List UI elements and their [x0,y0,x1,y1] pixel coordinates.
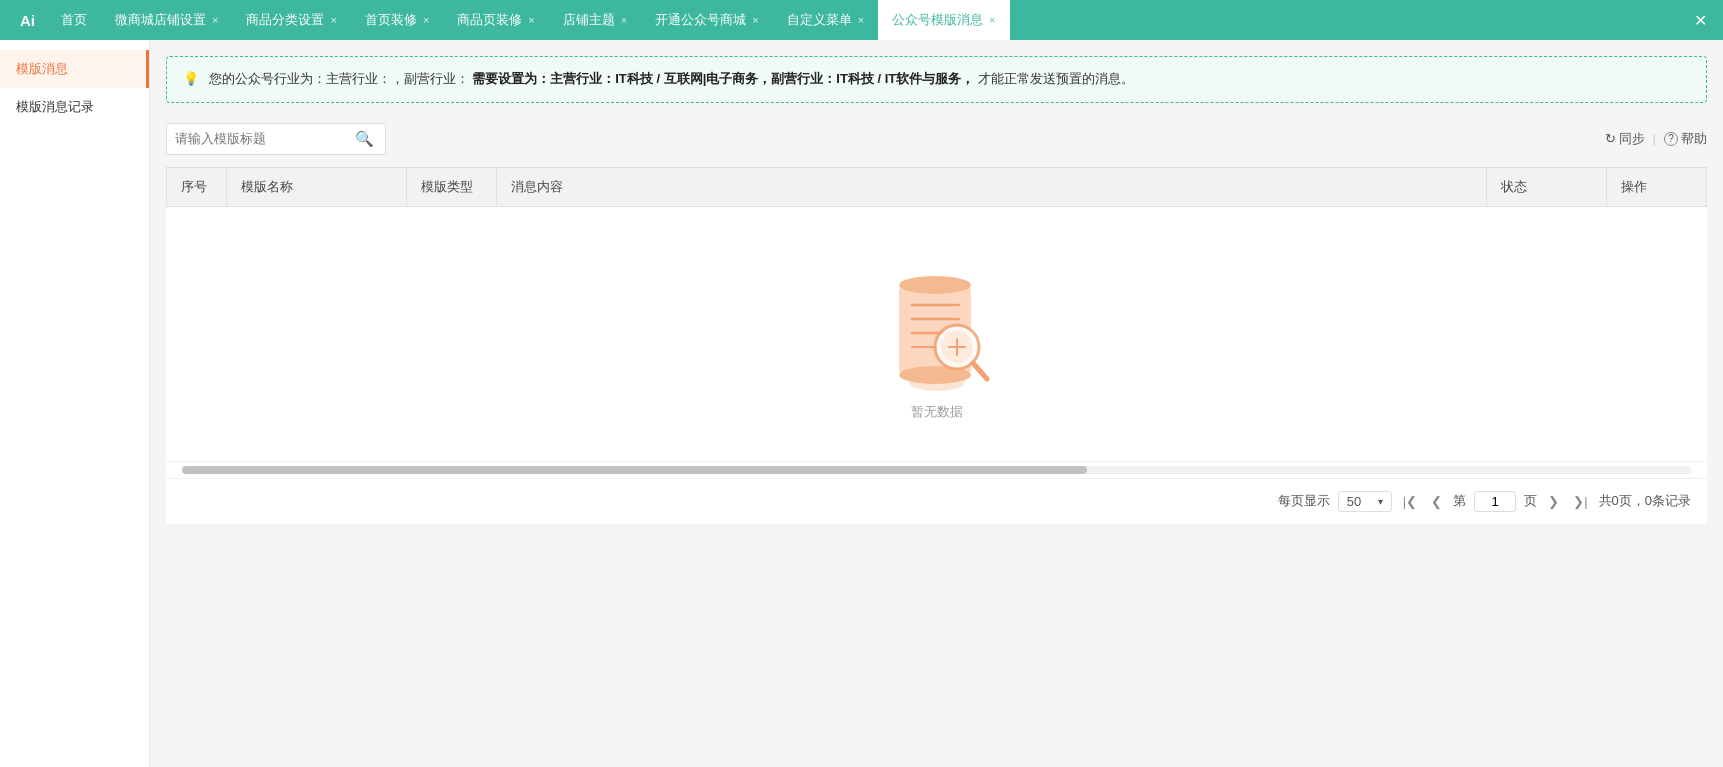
search-bar: 🔍 ↻ 同步 | ? 帮助 [166,123,1707,155]
pagination-row: 每页显示 50 ▾ |❮ ❮ 第 页 ❯ ❯| 共0页，0条记录 [166,478,1707,524]
svg-point-2 [899,276,971,294]
sync-button[interactable]: ↻ 同步 [1605,130,1645,148]
close-home-deco-tab[interactable]: × [423,14,429,26]
top-nav: Ai 首页 微商城店铺设置 × 商品分类设置 × 首页装修 × 商品页装修 × … [0,0,1723,40]
search-input-wrap: 🔍 [166,123,386,155]
table-header: 序号 模版名称 模版类型 消息内容 状态 操作 [167,167,1707,206]
sidebar: 模版消息 模版消息记录 [0,40,150,767]
nav-app-logo: Ai [8,0,47,40]
sync-icon: ↻ [1605,131,1616,146]
nav-tab-home-deco[interactable]: 首页装修 × [351,0,443,40]
data-table: 序号 模版名称 模版类型 消息内容 状态 操作 [166,167,1707,461]
nav-tab-product-deco[interactable]: 商品页装修 × [443,0,548,40]
empty-row: 暂无数据 [167,206,1707,461]
col-action: 操作 [1607,167,1707,206]
sidebar-item-template-msg[interactable]: 模版消息 [0,50,149,88]
page-label-before: 第 [1453,492,1466,510]
col-name: 模版名称 [227,167,407,206]
total-label: 共0页，0条记录 [1599,492,1691,510]
first-page-button[interactable]: |❮ [1400,494,1420,509]
sidebar-item-template-record[interactable]: 模版消息记录 [0,88,149,126]
next-page-button[interactable]: ❯ [1545,494,1562,509]
notice-banner: 💡 您的公众号行业为：主营行业：，副营行业： 需要设置为：主营行业：IT科技 /… [166,56,1707,103]
svg-line-10 [973,363,987,379]
nav-tab-theme[interactable]: 店铺主题 × [549,0,641,40]
close-custom-menu-tab[interactable]: × [858,14,864,26]
search-input[interactable] [175,131,355,146]
scrollbar-row [166,461,1707,478]
page-number-input[interactable] [1474,491,1516,512]
chevron-down-icon: ▾ [1378,496,1383,507]
empty-text: 暂无数据 [911,403,963,421]
window-close-button[interactable]: ✕ [1686,11,1715,30]
col-type: 模版类型 [407,167,497,206]
toolbar-divider: | [1653,131,1656,146]
prev-page-button[interactable]: ❮ [1428,494,1445,509]
nav-tab-micro-shop[interactable]: 微商城店铺设置 × [101,0,232,40]
col-index: 序号 [167,167,227,206]
help-icon: ? [1664,132,1678,146]
toolbar-right: ↻ 同步 | ? 帮助 [1605,130,1707,148]
close-category-tab[interactable]: × [330,14,336,26]
nav-tab-open-mall[interactable]: 开通公众号商城 × [641,0,772,40]
close-theme-tab[interactable]: × [621,14,627,26]
close-micro-shop-tab[interactable]: × [212,14,218,26]
col-content: 消息内容 [497,167,1487,206]
nav-tab-category[interactable]: 商品分类设置 × [232,0,350,40]
nav-tab-template-msg[interactable]: 公众号模版消息 × [878,0,1009,40]
nav-tab-custom-menu[interactable]: 自定义菜单 × [773,0,878,40]
content-area: 💡 您的公众号行业为：主营行业：，副营行业： 需要设置为：主营行业：IT科技 /… [150,40,1723,767]
close-open-mall-tab[interactable]: × [752,14,758,26]
page-label-after: 页 [1524,492,1537,510]
search-button[interactable]: 🔍 [355,130,374,148]
close-product-deco-tab[interactable]: × [528,14,534,26]
main-layout: 模版消息 模版消息记录 💡 您的公众号行业为：主营行业：，副营行业： 需要设置为… [0,40,1723,767]
page-size-label: 每页显示 [1278,492,1330,510]
empty-state: 暂无数据 [167,207,1707,461]
page-size-select[interactable]: 50 ▾ [1338,491,1392,512]
notice-icon: 💡 [183,71,199,86]
close-template-msg-tab[interactable]: × [989,14,995,26]
scrollbar-track[interactable] [182,466,1691,474]
scrollbar-thumb[interactable] [182,466,1087,474]
table-body: 暂无数据 [167,206,1707,461]
empty-illustration [877,267,997,387]
help-button[interactable]: ? 帮助 [1664,130,1707,148]
nav-tab-home[interactable]: 首页 [47,0,101,40]
last-page-button[interactable]: ❯| [1570,494,1590,509]
col-status: 状态 [1487,167,1607,206]
